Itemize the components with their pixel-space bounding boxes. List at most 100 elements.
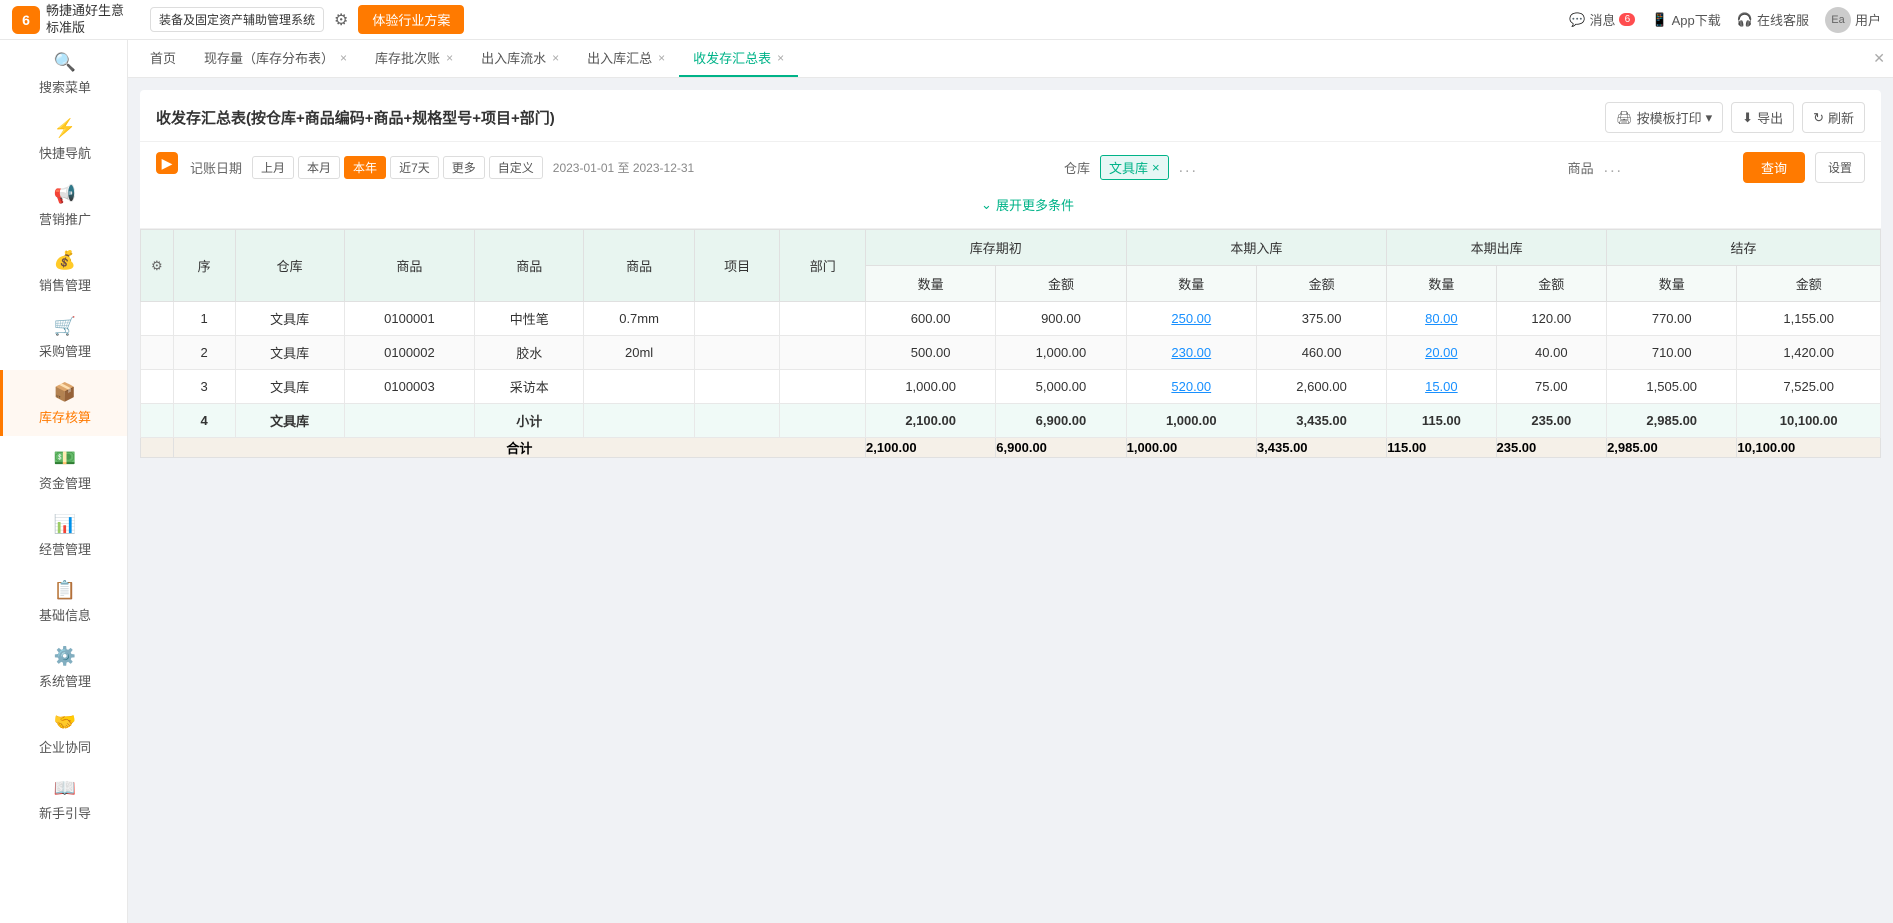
tab-receive-summary[interactable]: 收发存汇总表 × — [679, 40, 798, 77]
brand-text: 畅捷通好生意 标准版 — [46, 3, 124, 37]
table-row: 2文具库0100002胶水20ml500.001,000.00230.00460… — [141, 336, 1881, 370]
row-in-qty[interactable]: 1,000.00 — [1126, 404, 1256, 438]
close-all-tabs-button[interactable]: ✕ — [1873, 50, 1885, 67]
online-service-button[interactable]: 🎧 在线客服 — [1737, 10, 1809, 29]
row-project — [694, 404, 780, 438]
date-btn-custom[interactable]: 自定义 — [489, 156, 543, 179]
row-checkbox — [141, 336, 174, 370]
user-button[interactable]: Ea 用户 — [1825, 7, 1881, 33]
th-project: 项目 — [694, 230, 780, 302]
row-no: 2 — [173, 336, 235, 370]
th-out-qty: 数量 — [1387, 266, 1496, 302]
row-spec — [584, 370, 695, 404]
tab-close-batch[interactable]: × — [446, 51, 453, 65]
date-btn-more[interactable]: 更多 — [443, 156, 485, 179]
row-out-qty[interactable]: 115.00 — [1387, 404, 1496, 438]
dollar-icon: 💵 — [54, 448, 76, 469]
tab-inout-summary[interactable]: 出入库汇总 × — [573, 40, 679, 77]
table-settings-col[interactable]: ⚙ — [141, 230, 174, 302]
message-button[interactable]: 💬 消息 6 — [1569, 10, 1635, 29]
app-download-button[interactable]: 📱 App下载 — [1651, 10, 1720, 29]
row-code: 0100002 — [344, 336, 474, 370]
search-icon: 🔍 — [54, 52, 76, 73]
book-icon: 📖 — [54, 778, 76, 799]
date-btn-last-month[interactable]: 上月 — [252, 156, 294, 179]
row-in-qty-link[interactable]: 520.00 — [1171, 379, 1211, 394]
chevron-down-small-icon: ⌄ — [981, 197, 992, 213]
sidebar-item-guide[interactable]: 📖 新手引导 — [0, 766, 127, 832]
sidebar-item-search[interactable]: 🔍 搜索菜单 — [0, 40, 127, 106]
row-no: 4 — [173, 404, 235, 438]
row-out-qty[interactable]: 20.00 — [1387, 336, 1496, 370]
row-out-qty[interactable]: 15.00 — [1387, 370, 1496, 404]
row-begin-amt: 1,000.00 — [996, 336, 1126, 370]
row-in-qty[interactable]: 230.00 — [1126, 336, 1256, 370]
content-area: 首页 现存量（库存分布表） × 库存批次账 × 出入库流水 × 出入库汇总 × … — [128, 40, 1893, 923]
sidebar: 🔍 搜索菜单 ⚡ 快捷导航 📢 营销推广 💰 销售管理 🛒 采购管理 📦 库存核… — [0, 40, 128, 923]
table-gear-icon[interactable]: ⚙ — [151, 258, 163, 273]
row-in-qty[interactable]: 250.00 — [1126, 302, 1256, 336]
tab-batch[interactable]: 库存批次账 × — [361, 40, 467, 77]
warehouse-filter-tag: 文具库 × — [1100, 155, 1169, 180]
settings-gear-icon[interactable]: ⚙ — [334, 10, 348, 30]
row-out-amt: 75.00 — [1496, 370, 1607, 404]
tab-inout-flow[interactable]: 出入库流水 × — [467, 40, 573, 77]
trial-button[interactable]: 体验行业方案 — [358, 5, 464, 34]
sidebar-item-basics[interactable]: 📋 基础信息 — [0, 568, 127, 634]
date-label: 记账日期 — [190, 158, 242, 177]
date-btn-this-month[interactable]: 本月 — [298, 156, 340, 179]
tab-close-inout-flow[interactable]: × — [552, 51, 559, 65]
warehouse-more-button[interactable]: ... — [1179, 159, 1198, 177]
data-table-container: ⚙ 序 仓库 商品 商品 商品 项目 部门 库存期初 本期入库 — [140, 229, 1881, 458]
sidebar-item-quicknav[interactable]: ⚡ 快捷导航 — [0, 106, 127, 172]
system-title-dropdown[interactable]: 装备及固定资产辅助管理系统 — [150, 7, 324, 32]
goods-more-button[interactable]: ... — [1604, 159, 1623, 177]
footer-end-qty: 2,985.00 — [1607, 438, 1737, 458]
cart-icon: 🛒 — [54, 316, 76, 337]
sidebar-item-sales[interactable]: 💰 销售管理 — [0, 238, 127, 304]
sidebar-item-collab[interactable]: 🤝 企业协同 — [0, 700, 127, 766]
sidebar-item-inventory[interactable]: 📦 库存核算 — [0, 370, 127, 436]
th-balance: 结存 — [1607, 230, 1881, 266]
row-out-qty-link[interactable]: 15.00 — [1425, 379, 1458, 394]
table-row: 4文具库小计2,100.006,900.001,000.003,435.0011… — [141, 404, 1881, 438]
sidebar-item-system[interactable]: ⚙️ 系统管理 — [0, 634, 127, 700]
footer-in-qty: 1,000.00 — [1126, 438, 1256, 458]
footer-label: 合计 — [173, 438, 865, 458]
date-btn-7days[interactable]: 近7天 — [390, 156, 439, 179]
row-name: 中性笔 — [475, 302, 584, 336]
sidebar-item-purchase[interactable]: 🛒 采购管理 — [0, 304, 127, 370]
row-spec — [584, 404, 695, 438]
row-in-qty-link[interactable]: 230.00 — [1171, 345, 1211, 360]
row-in-amt: 460.00 — [1256, 336, 1386, 370]
tab-home[interactable]: 首页 — [136, 40, 190, 77]
row-out-qty[interactable]: 80.00 — [1387, 302, 1496, 336]
tab-inventory-dist[interactable]: 现存量（库存分布表） × — [190, 40, 361, 77]
data-table: ⚙ 序 仓库 商品 商品 商品 项目 部门 库存期初 本期入库 — [140, 229, 1881, 458]
table-row: 3文具库0100003采访本1,000.005,000.00520.002,60… — [141, 370, 1881, 404]
row-out-qty-link[interactable]: 20.00 — [1425, 345, 1458, 360]
row-out-amt: 40.00 — [1496, 336, 1607, 370]
sidebar-item-finance[interactable]: 💵 资金管理 — [0, 436, 127, 502]
print-button[interactable]: 🖨 按模板打印 ▾ — [1605, 102, 1723, 133]
tab-close-inventory-dist[interactable]: × — [340, 51, 347, 65]
row-in-qty-link[interactable]: 250.00 — [1171, 311, 1211, 326]
date-btn-this-year[interactable]: 本年 — [344, 156, 386, 179]
expand-more-button[interactable]: ⌄ 展开更多条件 — [190, 191, 1865, 218]
table-settings-button[interactable]: 设置 — [1815, 152, 1865, 183]
filter-toggle-button[interactable]: ▶ — [156, 152, 178, 174]
refresh-button[interactable]: ↻ 刷新 — [1802, 102, 1865, 133]
warehouse-tag-close[interactable]: × — [1152, 160, 1160, 175]
tab-close-receive-summary[interactable]: × — [777, 51, 784, 65]
row-in-qty[interactable]: 520.00 — [1126, 370, 1256, 404]
row-no: 1 — [173, 302, 235, 336]
sidebar-item-marketing[interactable]: 📢 营销推广 — [0, 172, 127, 238]
sidebar-item-management[interactable]: 📊 经营管理 — [0, 502, 127, 568]
row-out-qty-link[interactable]: 80.00 — [1425, 311, 1458, 326]
tab-close-inout-summary[interactable]: × — [658, 51, 665, 65]
row-code: 0100003 — [344, 370, 474, 404]
query-button[interactable]: 查询 — [1743, 152, 1805, 183]
handshake-icon: 🤝 — [54, 712, 76, 733]
th-out-stock: 本期出库 — [1387, 230, 1607, 266]
export-button[interactable]: ⬇ 导出 — [1731, 102, 1794, 133]
